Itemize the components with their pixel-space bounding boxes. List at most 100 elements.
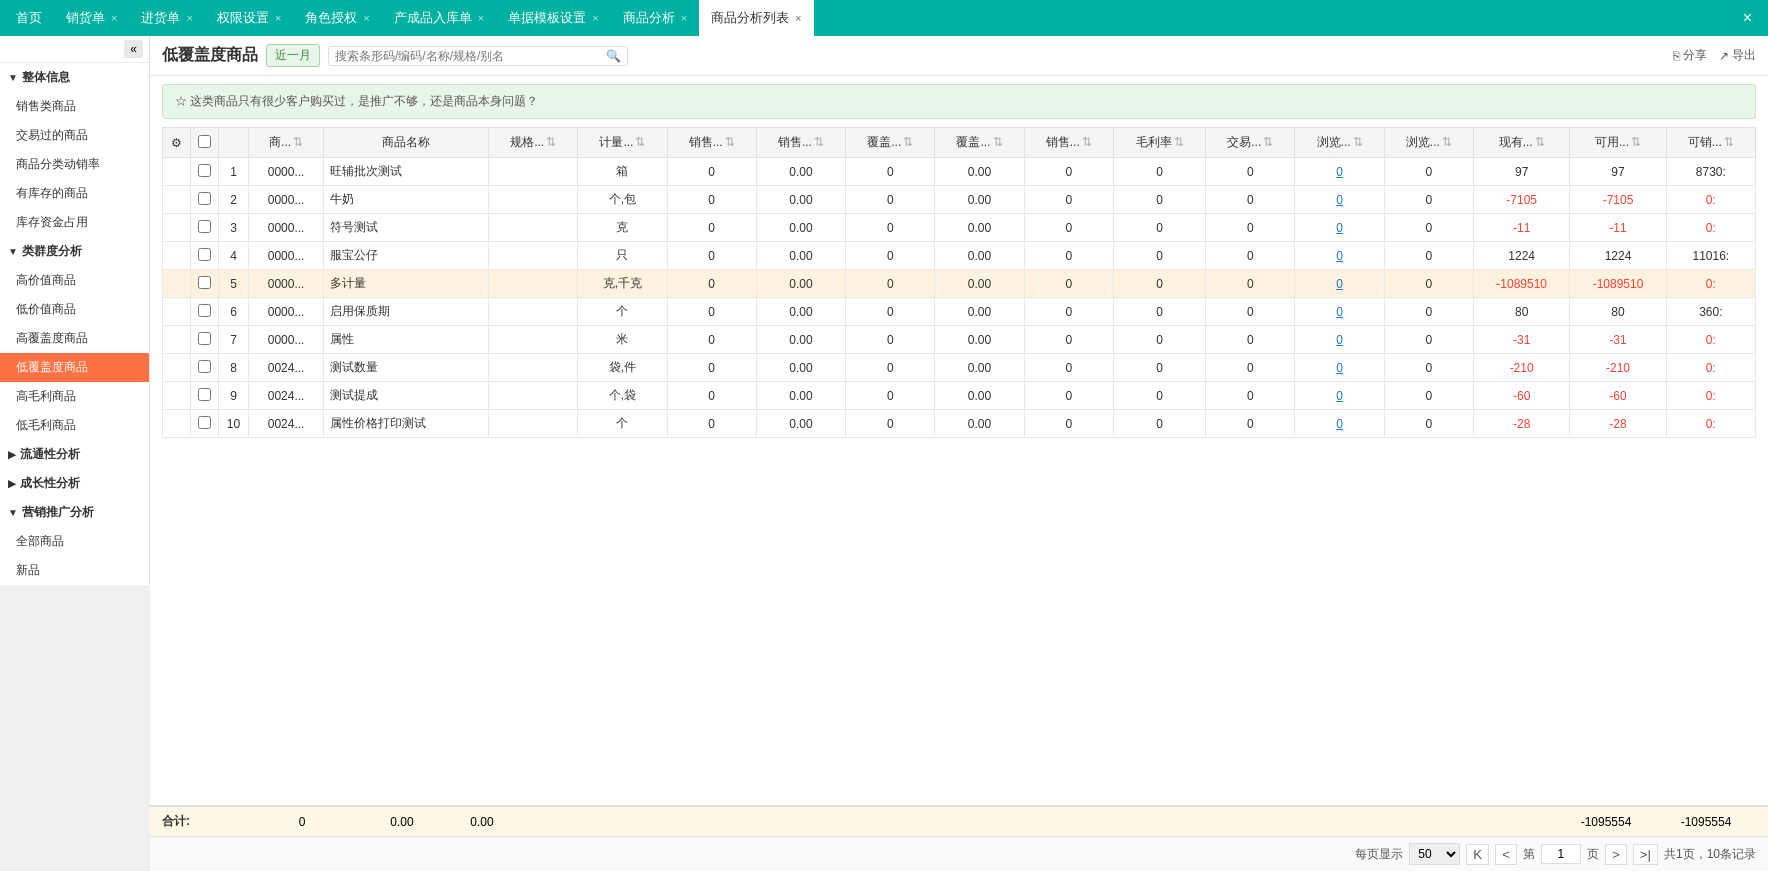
settings-cell — [163, 242, 191, 270]
sidebar-section-overall[interactable]: ▼ 整体信息 — [0, 63, 149, 92]
sidebar-collapse-button[interactable]: « — [124, 40, 143, 58]
col-gross[interactable]: 毛利率⇅ — [1113, 128, 1205, 158]
close-icon[interactable]: × — [478, 12, 484, 24]
row-checkbox[interactable] — [198, 332, 211, 345]
share-button[interactable]: ⎘ 分享 — [1673, 47, 1707, 64]
sidebar-item-high-margin[interactable]: 高毛利商品 — [0, 382, 149, 411]
col-spec[interactable]: 规格...⇅ — [489, 128, 578, 158]
nav-close-all-button[interactable]: × — [1731, 9, 1764, 27]
close-icon[interactable]: × — [111, 12, 117, 24]
col-trade[interactable]: 交易...⇅ — [1206, 128, 1295, 158]
export-button[interactable]: ↗ 导出 — [1719, 47, 1756, 64]
last-page-button[interactable]: >| — [1633, 844, 1658, 865]
row-browse1[interactable]: 0 — [1295, 354, 1384, 382]
sidebar-item-sales-goods[interactable]: 销售类商品 — [0, 92, 149, 121]
col-cover2[interactable]: 覆盖...⇅ — [935, 128, 1024, 158]
select-all-checkbox[interactable] — [198, 135, 211, 148]
col-cover1[interactable]: 覆盖...⇅ — [846, 128, 935, 158]
nav-product-analysis[interactable]: 商品分析 × — [611, 0, 699, 36]
sidebar-item-category-sales[interactable]: 商品分类动销率 — [0, 150, 149, 179]
row-checkbox[interactable] — [198, 164, 211, 177]
sidebar-section-liquidity[interactable]: ▶ 流通性分析 — [0, 440, 149, 469]
row-browse1[interactable]: 0 — [1295, 186, 1384, 214]
row-checkbox[interactable] — [198, 360, 211, 373]
row-checkbox[interactable] — [198, 416, 211, 429]
sidebar-section-marketing[interactable]: ▼ 营销推广分析 — [0, 498, 149, 527]
col-sales1[interactable]: 销售...⇅ — [667, 128, 756, 158]
next-page-button[interactable]: > — [1605, 844, 1627, 865]
row-browse1[interactable]: 0 — [1295, 270, 1384, 298]
sidebar-item-new-goods[interactable]: 新品 — [0, 556, 149, 585]
checkbox-cell[interactable] — [191, 158, 219, 186]
row-browse1[interactable]: 0 — [1295, 214, 1384, 242]
sidebar-section-cluster[interactable]: ▼ 类群度分析 — [0, 237, 149, 266]
sidebar-section-growth[interactable]: ▶ 成长性分析 — [0, 469, 149, 498]
col-stock3[interactable]: 可销...⇅ — [1666, 128, 1755, 158]
nav-roles[interactable]: 角色授权 × — [293, 0, 381, 36]
nav-permissions[interactable]: 权限设置 × — [205, 0, 293, 36]
checkbox-cell[interactable] — [191, 186, 219, 214]
checkbox-cell[interactable] — [191, 354, 219, 382]
sidebar-item-high-value[interactable]: 高价值商品 — [0, 266, 149, 295]
sidebar-item-low-margin[interactable]: 低毛利商品 — [0, 411, 149, 440]
page-number-input[interactable] — [1541, 844, 1581, 864]
checkbox-cell[interactable] — [191, 382, 219, 410]
row-checkbox[interactable] — [198, 304, 211, 317]
col-stock1[interactable]: 现有...⇅ — [1473, 128, 1569, 158]
row-browse1[interactable]: 0 — [1295, 326, 1384, 354]
checkbox-cell[interactable] — [191, 270, 219, 298]
sidebar-item-all-goods[interactable]: 全部商品 — [0, 527, 149, 556]
row-checkbox[interactable] — [198, 388, 211, 401]
nav-home[interactable]: 首页 — [4, 0, 54, 36]
row-stock3: 0: — [1666, 382, 1755, 410]
col-browse1[interactable]: 浏览...⇅ — [1295, 128, 1384, 158]
time-filter-button[interactable]: 近一月 — [266, 44, 320, 67]
nav-sales[interactable]: 销货单 × — [54, 0, 129, 36]
checkbox-cell[interactable] — [191, 410, 219, 438]
col-sales2[interactable]: 销售...⇅ — [756, 128, 845, 158]
close-icon[interactable]: × — [186, 12, 192, 24]
checkbox-cell[interactable] — [191, 298, 219, 326]
row-checkbox[interactable] — [198, 220, 211, 233]
col-code[interactable]: 商...⇅ — [249, 128, 324, 158]
search-input[interactable] — [335, 49, 606, 63]
search-icon[interactable]: 🔍 — [606, 49, 621, 63]
row-browse1[interactable]: 0 — [1295, 158, 1384, 186]
row-stock3: 11016: — [1666, 242, 1755, 270]
row-checkbox[interactable] — [198, 192, 211, 205]
first-page-button[interactable]: K — [1466, 844, 1489, 865]
row-browse1[interactable]: 0 — [1295, 410, 1384, 438]
nav-purchase[interactable]: 进货单 × — [129, 0, 204, 36]
row-checkbox[interactable] — [198, 248, 211, 261]
settings-col-header[interactable]: ⚙ — [163, 128, 191, 158]
row-browse1[interactable]: 0 — [1295, 242, 1384, 270]
row-checkbox[interactable] — [198, 276, 211, 289]
row-browse1[interactable]: 0 — [1295, 382, 1384, 410]
checkbox-cell[interactable] — [191, 242, 219, 270]
close-icon[interactable]: × — [795, 12, 801, 24]
sidebar-item-traded-goods[interactable]: 交易过的商品 — [0, 121, 149, 150]
row-browse1[interactable]: 0 — [1295, 298, 1384, 326]
nav-production[interactable]: 产成品入库单 × — [382, 0, 496, 36]
sidebar-item-low-coverage[interactable]: 低覆盖度商品 — [0, 353, 149, 382]
sidebar-item-stock-capital[interactable]: 库存资金占用 — [0, 208, 149, 237]
close-icon[interactable]: × — [681, 12, 687, 24]
checkbox-col-header[interactable] — [191, 128, 219, 158]
page-size-select[interactable]: 50 100 200 — [1409, 843, 1460, 865]
row-sales2: 0.00 — [756, 186, 845, 214]
nav-templates[interactable]: 单据模板设置 × — [496, 0, 610, 36]
sidebar-item-in-stock[interactable]: 有库存的商品 — [0, 179, 149, 208]
checkbox-cell[interactable] — [191, 214, 219, 242]
sidebar-item-high-coverage[interactable]: 高覆盖度商品 — [0, 324, 149, 353]
nav-product-analysis-list[interactable]: 商品分析列表 × — [699, 0, 813, 36]
close-icon[interactable]: × — [592, 12, 598, 24]
col-browse2[interactable]: 浏览...⇅ — [1384, 128, 1473, 158]
sidebar-item-low-value[interactable]: 低价值商品 — [0, 295, 149, 324]
prev-page-button[interactable]: < — [1495, 844, 1517, 865]
close-icon[interactable]: × — [275, 12, 281, 24]
close-icon[interactable]: × — [363, 12, 369, 24]
checkbox-cell[interactable] — [191, 326, 219, 354]
col-sales3[interactable]: 销售...⇅ — [1024, 128, 1113, 158]
col-unit[interactable]: 计量...⇅ — [578, 128, 667, 158]
col-stock2[interactable]: 可用...⇅ — [1570, 128, 1666, 158]
